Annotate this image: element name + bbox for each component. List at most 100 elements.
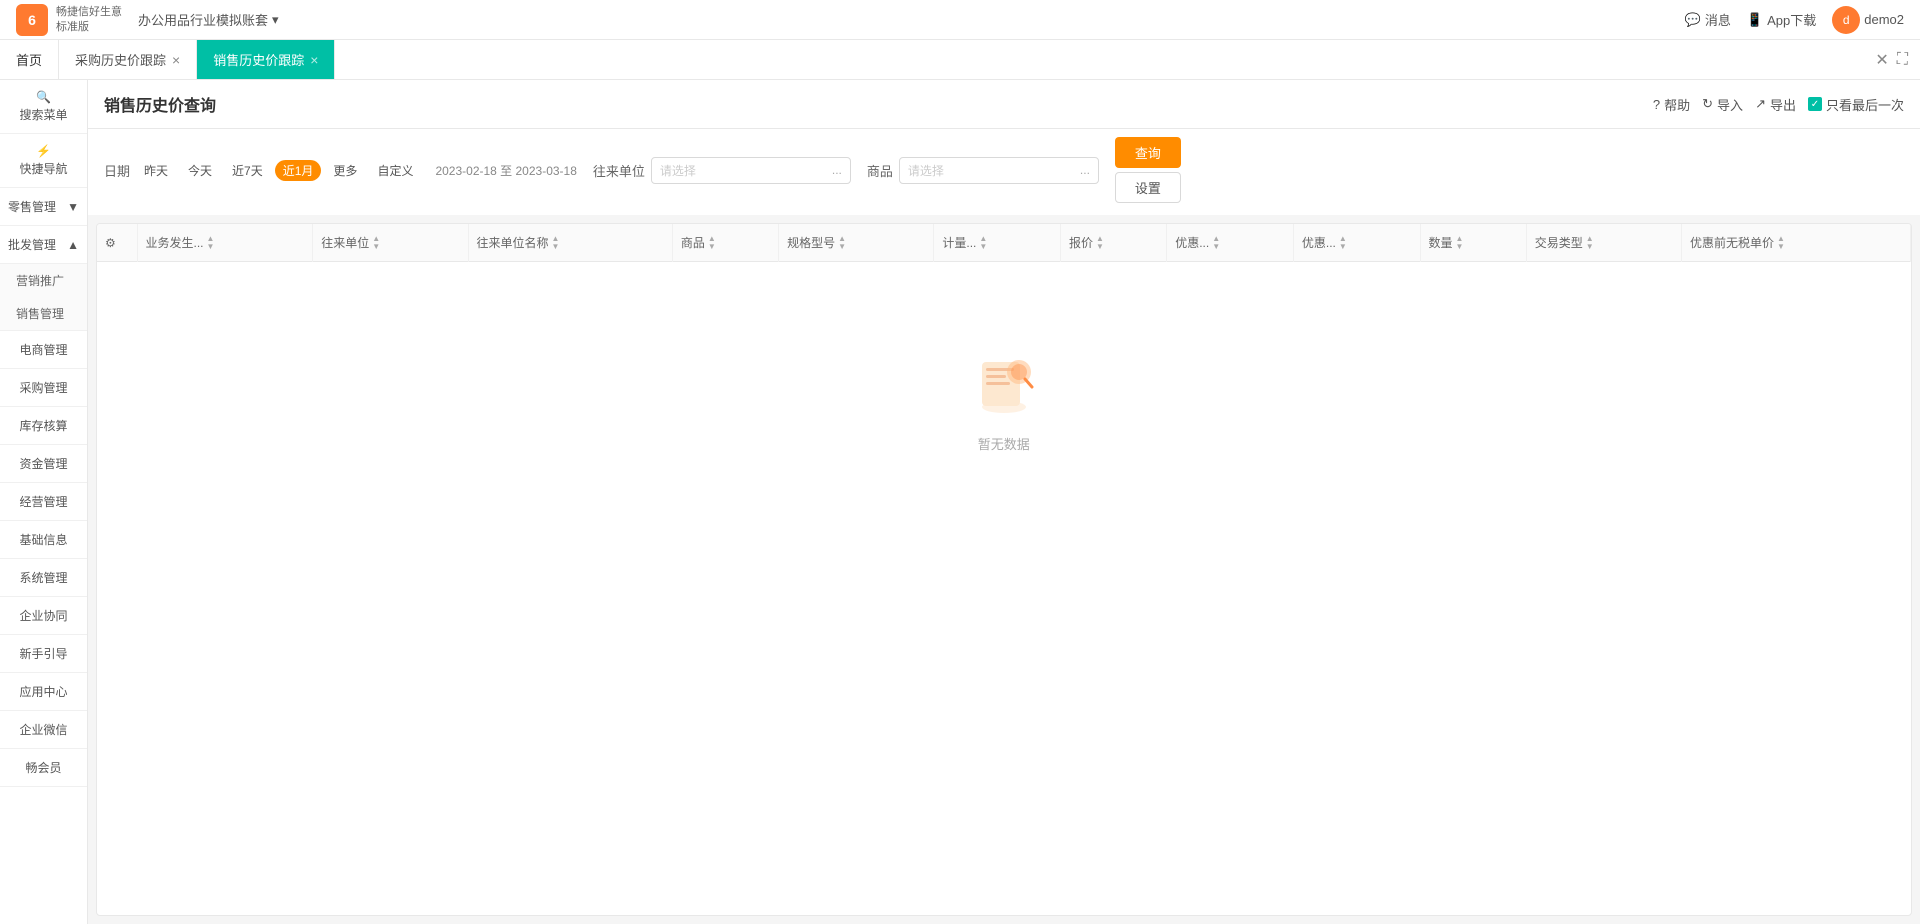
table-col-product[interactable]: 商品 ▲▼ xyxy=(672,224,778,262)
sidebar-item-ops-mgmt[interactable]: 经营管理 xyxy=(0,483,87,521)
sidebar-item-enterprise-coop[interactable]: 企业协同 xyxy=(0,597,87,635)
source-unit-filter-group: 往来单位 请选择 ... xyxy=(593,157,851,184)
message-btn[interactable]: 💬 消息 xyxy=(1685,10,1731,29)
sort-icon: ▲▼ xyxy=(979,235,987,251)
date-label: 日期 xyxy=(104,161,130,180)
source-unit-ellipsis: ... xyxy=(832,163,842,177)
tab-bar: 首页 采购历史价跟踪 × 销售历史价跟踪 × ✕ ⛶ xyxy=(0,40,1920,80)
sidebar-item-wholesale-mgmt[interactable]: 批发管理 ▲ xyxy=(0,226,87,264)
content-area: 销售历史价查询 ? 帮助 ↻ 导入 ↗ 导出 ✓ xyxy=(88,80,1920,924)
table-col-gear[interactable]: ⚙ xyxy=(97,224,137,262)
header-left: 6 畅捷信好生意 标准版 办公用品行业模拟账套 ▾ xyxy=(16,4,287,36)
sort-icon: ▲▼ xyxy=(1777,235,1785,251)
message-icon: 💬 xyxy=(1685,12,1701,28)
date-pill-more[interactable]: 更多 xyxy=(325,160,365,181)
import-btn[interactable]: ↻ 导入 xyxy=(1702,95,1743,114)
table-col-discount2[interactable]: 优惠... ▲▼ xyxy=(1293,224,1420,262)
empty-state: 暂无数据 xyxy=(97,262,1911,533)
settings-button[interactable]: 设置 xyxy=(1115,172,1181,203)
date-range-display: 2023-02-18 至 2023-03-18 xyxy=(435,162,576,179)
search-button[interactable]: 查询 xyxy=(1115,137,1181,168)
export-icon: ↗ xyxy=(1755,96,1766,112)
page-title-row: 销售历史价查询 ? 帮助 ↻ 导入 ↗ 导出 ✓ xyxy=(104,92,1904,116)
sort-icon: ▲▼ xyxy=(552,235,560,251)
table-col-discount1[interactable]: 优惠... ▲▼ xyxy=(1167,224,1294,262)
table-body: 暂无数据 xyxy=(97,262,1911,534)
table-container: ⚙ 业务发生... ▲▼ 往来单位 ▲▼ xyxy=(96,223,1912,916)
sidebar-item-sales-mgmt[interactable]: 销售管理 xyxy=(0,297,87,330)
sidebar-item-search-menu[interactable]: 🔍 搜索菜单 xyxy=(0,80,87,134)
sidebar-item-ecom-mgmt[interactable]: 电商管理 xyxy=(0,331,87,369)
product-filter-group: 商品 请选择 ... xyxy=(867,157,1099,184)
help-btn[interactable]: ? 帮助 xyxy=(1653,95,1690,114)
chevron-down-icon: ▾ xyxy=(272,12,279,28)
table-col-biz-date[interactable]: 业务发生... ▲▼ xyxy=(137,224,313,262)
date-pill-last1m[interactable]: 近1月 xyxy=(275,160,322,181)
date-pill-today[interactable]: 今天 xyxy=(180,160,220,181)
date-pill-yesterday[interactable]: 昨天 xyxy=(136,160,176,181)
table-col-pre-tax[interactable]: 优惠前无税单价 ▲▼ xyxy=(1682,224,1911,262)
sidebar-item-finance-mgmt[interactable]: 资金管理 xyxy=(0,445,87,483)
table-col-unit-name[interactable]: 往来单位名称 ▲▼ xyxy=(468,224,672,262)
header-right: 💬 消息 📱 App下载 d demo2 xyxy=(1685,6,1904,34)
search-icon: 🔍 xyxy=(36,90,51,104)
sidebar-sub-marketing: 营销推广 销售管理 xyxy=(0,264,87,331)
product-input[interactable]: 请选择 ... xyxy=(899,157,1099,184)
sidebar-item-new-guide[interactable]: 新手引导 xyxy=(0,635,87,673)
main-layout: 🔍 搜索菜单 ⚡ 快捷导航 零售管理 ▼ 批发管理 ▲ 营销推广 销售管理 电商… xyxy=(0,80,1920,924)
table-col-trade-type[interactable]: 交易类型 ▲▼ xyxy=(1526,224,1681,262)
date-pills: 昨天 今天 近7天 近1月 更多 自定义 xyxy=(136,160,421,181)
table-col-quote[interactable]: 报价 ▲▼ xyxy=(1061,224,1167,262)
close-sales-tab-icon[interactable]: × xyxy=(310,53,318,67)
export-btn[interactable]: ↗ 导出 xyxy=(1755,95,1796,114)
avatar: d xyxy=(1832,6,1860,34)
sort-icon: ▲▼ xyxy=(1456,235,1464,251)
sidebar-item-marketing[interactable]: 营销推广 xyxy=(0,264,87,297)
app-logo: 6 xyxy=(16,4,48,36)
only-last-checkbox[interactable]: ✓ 只看最后一次 xyxy=(1808,95,1904,114)
sidebar-item-inventory[interactable]: 库存核算 xyxy=(0,407,87,445)
app-download-btn[interactable]: 📱 App下载 xyxy=(1747,10,1816,29)
table-col-unit[interactable]: 计量... ▲▼ xyxy=(934,224,1061,262)
date-pill-custom[interactable]: 自定义 xyxy=(369,160,421,181)
sidebar-item-enterprise-wechat[interactable]: 企业微信 xyxy=(0,711,87,749)
page-title: 销售历史价查询 xyxy=(104,92,216,116)
import-icon: ↻ xyxy=(1702,96,1713,112)
page-header: 销售历史价查询 ? 帮助 ↻ 导入 ↗ 导出 ✓ xyxy=(88,80,1920,129)
tab-sales-history[interactable]: 销售历史价跟踪 × xyxy=(197,40,335,79)
top-header: 6 畅捷信好生意 标准版 办公用品行业模拟账套 ▾ 💬 消息 📱 App下载 d… xyxy=(0,0,1920,40)
tab-bar-actions: ✕ ⛶ xyxy=(1863,40,1920,79)
tab-purchase-history[interactable]: 采购历史价跟踪 × xyxy=(59,40,197,79)
source-unit-input[interactable]: 请选择 ... xyxy=(651,157,851,184)
sidebar-item-sys-mgmt[interactable]: 系统管理 xyxy=(0,559,87,597)
close-purchase-tab-icon[interactable]: × xyxy=(172,53,180,67)
industry-selector[interactable]: 办公用品行业模拟账套 ▾ xyxy=(130,6,287,33)
sort-icon: ▲▼ xyxy=(372,235,380,251)
sidebar-item-retail-mgmt[interactable]: 零售管理 ▼ xyxy=(0,188,87,226)
user-profile[interactable]: d demo2 xyxy=(1832,6,1904,34)
date-pill-last7[interactable]: 近7天 xyxy=(224,160,271,181)
page-actions: ? 帮助 ↻ 导入 ↗ 导出 ✓ 只看最后一次 xyxy=(1653,95,1904,114)
sidebar-item-purchase-mgmt[interactable]: 采购管理 xyxy=(0,369,87,407)
sort-icon: ▲▼ xyxy=(708,235,716,251)
sort-icon: ▲▼ xyxy=(1586,235,1594,251)
nav-icon: ⚡ xyxy=(36,144,51,158)
sidebar-item-basic-info[interactable]: 基础信息 xyxy=(0,521,87,559)
table-header: ⚙ 业务发生... ▲▼ 往来单位 ▲▼ xyxy=(97,224,1911,262)
filter-bar: 日期 昨天 今天 近7天 近1月 更多 自定义 2023-02-18 至 202… xyxy=(88,129,1920,215)
maximize-icon[interactable]: ⛶ xyxy=(1897,51,1908,69)
sort-icon: ▲▼ xyxy=(1096,235,1104,251)
table-col-spec[interactable]: 规格型号 ▲▼ xyxy=(779,224,934,262)
product-label: 商品 xyxy=(867,161,893,180)
sidebar-item-app-center[interactable]: 应用中心 xyxy=(0,673,87,711)
chevron-down-icon: ▼ xyxy=(67,200,79,214)
sidebar-item-quick-nav[interactable]: ⚡ 快捷导航 xyxy=(0,134,87,188)
sidebar-item-member[interactable]: 畅会员 xyxy=(0,749,87,787)
phone-icon: 📱 xyxy=(1747,12,1763,28)
tab-home[interactable]: 首页 xyxy=(0,40,59,79)
close-all-tabs-icon[interactable]: ✕ xyxy=(1875,50,1888,70)
app-name: 畅捷信好生意 标准版 xyxy=(56,5,122,34)
table-col-qty[interactable]: 数量 ▲▼ xyxy=(1420,224,1526,262)
sort-icon: ▲▼ xyxy=(1212,235,1220,251)
table-col-unit-code[interactable]: 往来单位 ▲▼ xyxy=(313,224,468,262)
